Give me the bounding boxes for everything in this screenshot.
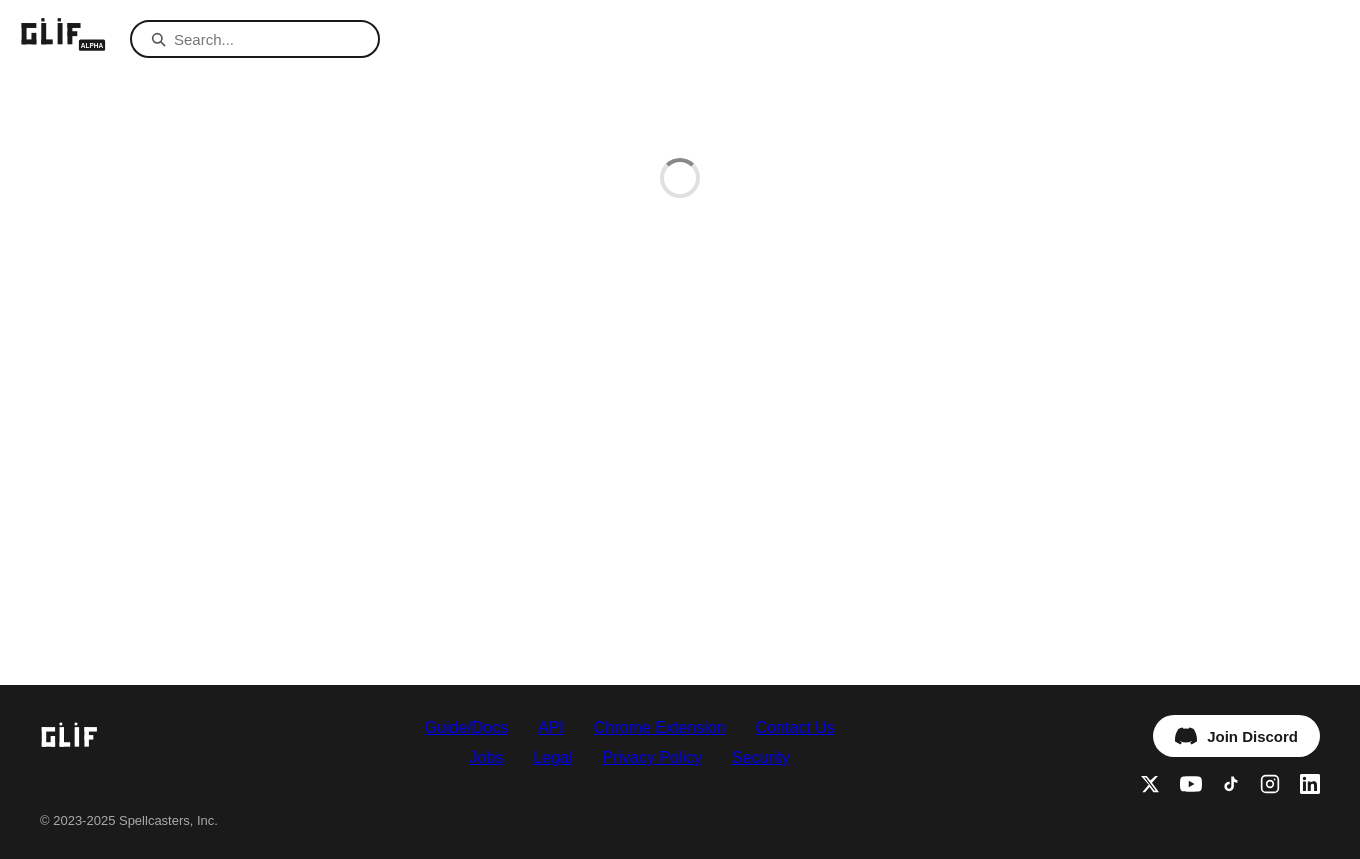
svg-point-32 <box>1274 779 1276 781</box>
svg-line-15 <box>161 42 165 46</box>
footer-nav-row1: Guide/Docs API Chrome Extension Contact … <box>425 719 835 737</box>
header: ALPHA <box>0 0 1360 78</box>
footer-link-jobs[interactable]: Jobs <box>470 749 504 767</box>
glif-logo[interactable]: ALPHA <box>20 14 110 64</box>
footer-nav: Guide/Docs API Chrome Extension Contact … <box>120 719 1140 767</box>
twitter-x-icon <box>1140 774 1160 794</box>
footer-link-guide[interactable]: Guide/Docs <box>425 719 509 737</box>
linkedin-link[interactable] <box>1300 774 1320 794</box>
join-discord-button[interactable]: Join Discord <box>1153 715 1320 757</box>
instagram-icon <box>1260 774 1280 794</box>
footer-link-chrome-extension[interactable]: Chrome Extension <box>594 719 726 737</box>
twitter-x-link[interactable] <box>1140 774 1160 794</box>
svg-rect-10 <box>41 18 44 21</box>
main-content <box>0 78 1360 685</box>
footer-main: Guide/Docs API Chrome Extension Contact … <box>40 715 1320 795</box>
footer-link-contact[interactable]: Contact Us <box>756 719 835 737</box>
svg-rect-24 <box>84 727 96 731</box>
tiktok-link[interactable] <box>1222 775 1240 793</box>
svg-rect-17 <box>42 727 55 731</box>
svg-text:ALPHA: ALPHA <box>81 42 104 49</box>
svg-point-28 <box>1182 736 1185 739</box>
footer-copyright-area: © 2023-2025 Spellcasters, Inc. <box>40 811 1320 829</box>
svg-point-31 <box>1267 781 1274 788</box>
youtube-link[interactable] <box>1180 773 1202 795</box>
footer-link-privacy[interactable]: Privacy Policy <box>603 749 703 767</box>
search-input[interactable] <box>174 31 360 48</box>
footer-right: Join Discord <box>1140 715 1320 795</box>
footer-link-legal[interactable]: Legal <box>534 749 573 767</box>
footer-inner: Guide/Docs API Chrome Extension Contact … <box>40 715 1320 829</box>
svg-rect-6 <box>58 23 63 44</box>
svg-rect-25 <box>84 735 93 739</box>
svg-rect-30 <box>1262 776 1279 793</box>
svg-rect-8 <box>67 23 80 28</box>
footer-glif-logo[interactable] <box>40 719 120 769</box>
search-bar[interactable] <box>130 20 380 58</box>
logo-area[interactable]: ALPHA <box>20 14 110 64</box>
footer: Guide/Docs API Chrome Extension Contact … <box>0 685 1360 859</box>
svg-rect-11 <box>58 18 61 21</box>
join-discord-label: Join Discord <box>1207 728 1298 745</box>
svg-rect-9 <box>67 31 77 36</box>
footer-logo-area[interactable] <box>40 715 120 769</box>
svg-rect-27 <box>75 723 78 726</box>
youtube-icon <box>1180 773 1202 795</box>
svg-rect-22 <box>75 727 79 747</box>
discord-icon <box>1175 725 1197 747</box>
svg-rect-19 <box>51 736 55 747</box>
copyright-text: © 2023-2025 Spellcasters, Inc. <box>40 813 218 828</box>
search-icon <box>150 30 166 48</box>
footer-link-security[interactable]: Security <box>732 749 790 767</box>
svg-rect-3 <box>31 33 36 44</box>
svg-rect-26 <box>60 723 63 726</box>
loading-spinner <box>660 158 700 198</box>
svg-rect-21 <box>60 742 71 746</box>
svg-rect-5 <box>41 39 52 44</box>
instagram-link[interactable] <box>1260 774 1280 794</box>
tiktok-icon <box>1222 775 1240 793</box>
svg-point-29 <box>1188 736 1191 739</box>
footer-link-api[interactable]: API <box>539 719 565 737</box>
svg-rect-1 <box>22 23 37 28</box>
footer-nav-row2: Jobs Legal Privacy Policy Security <box>470 749 790 767</box>
linkedin-icon <box>1300 774 1320 794</box>
social-icons <box>1140 773 1320 795</box>
